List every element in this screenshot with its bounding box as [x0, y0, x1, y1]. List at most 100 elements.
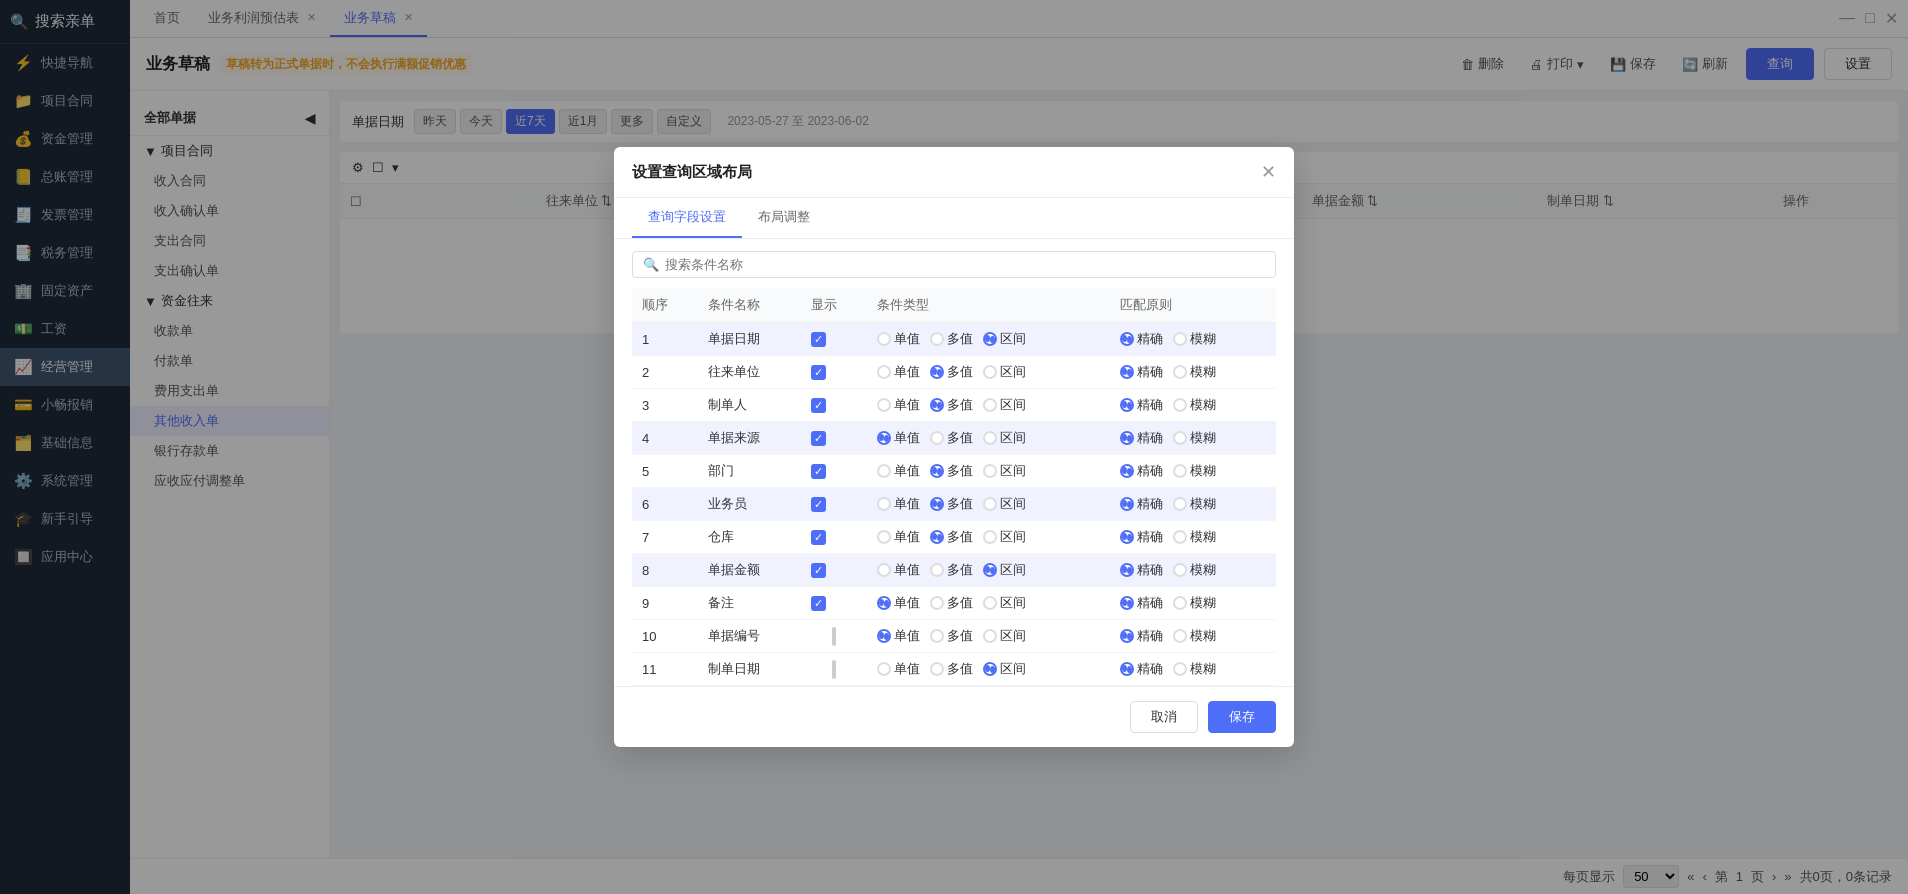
- row-type: 单值 多值 区间: [867, 521, 1109, 554]
- dialog-close-btn[interactable]: ✕: [1261, 161, 1276, 183]
- match-radio-模糊[interactable]: 模糊: [1173, 627, 1216, 645]
- match-radio-精确[interactable]: 精确: [1120, 429, 1163, 447]
- type-radio-多值[interactable]: 多值: [930, 462, 973, 480]
- type-radio-区间[interactable]: 区间: [983, 594, 1026, 612]
- type-radio-单值[interactable]: 单值: [877, 528, 920, 546]
- match-radio-精确[interactable]: 精确: [1120, 495, 1163, 513]
- type-radio-区间[interactable]: 区间: [983, 462, 1026, 480]
- row-show: ✓: [801, 521, 867, 554]
- type-radio-多值[interactable]: 多值: [930, 363, 973, 381]
- dialog-tab-query-fields[interactable]: 查询字段设置: [632, 198, 742, 238]
- type-radio-单值[interactable]: 单值: [877, 627, 920, 645]
- match-radio-精确[interactable]: 精确: [1120, 561, 1163, 579]
- row-name: 单据日期: [698, 323, 801, 356]
- match-radio-精确[interactable]: 精确: [1120, 660, 1163, 678]
- match-radio-模糊[interactable]: 模糊: [1173, 594, 1216, 612]
- settings-row: 7 仓库 ✓ 单值 多值 区间 精确 模糊: [632, 521, 1276, 554]
- row-type: 单值 多值 区间: [867, 488, 1109, 521]
- show-checkbox-5[interactable]: ✓: [811, 464, 826, 479]
- dialog-tab-layout[interactable]: 布局调整: [742, 198, 826, 238]
- show-checkbox-4[interactable]: ✓: [811, 431, 826, 446]
- row-type: 单值 多值 区间: [867, 587, 1109, 620]
- match-radio-模糊[interactable]: 模糊: [1173, 528, 1216, 546]
- match-radio-模糊[interactable]: 模糊: [1173, 462, 1216, 480]
- condition-search-input[interactable]: [665, 257, 1265, 272]
- show-checkbox-7[interactable]: ✓: [811, 530, 826, 545]
- type-radio-多值[interactable]: 多值: [930, 594, 973, 612]
- match-radio-精确[interactable]: 精确: [1120, 594, 1163, 612]
- match-radio-精确[interactable]: 精确: [1120, 396, 1163, 414]
- show-checkbox-3[interactable]: ✓: [811, 398, 826, 413]
- row-name: 单据来源: [698, 422, 801, 455]
- type-radio-多值[interactable]: 多值: [930, 495, 973, 513]
- type-radio-区间[interactable]: 区间: [983, 528, 1026, 546]
- type-radio-多值[interactable]: 多值: [930, 561, 973, 579]
- match-radio-模糊[interactable]: 模糊: [1173, 429, 1216, 447]
- type-radio-多值[interactable]: 多值: [930, 627, 973, 645]
- match-radio-模糊[interactable]: 模糊: [1173, 330, 1216, 348]
- type-radio-单值[interactable]: 单值: [877, 363, 920, 381]
- match-radio-模糊[interactable]: 模糊: [1173, 495, 1216, 513]
- match-radio-模糊[interactable]: 模糊: [1173, 561, 1216, 579]
- save-dialog-button[interactable]: 保存: [1208, 701, 1276, 733]
- type-radio-多值[interactable]: 多值: [930, 660, 973, 678]
- show-checkbox-6[interactable]: ✓: [811, 497, 826, 512]
- type-radio-区间[interactable]: 区间: [983, 660, 1026, 678]
- show-checkbox-1[interactable]: ✓: [811, 332, 826, 347]
- type-radio-多值[interactable]: 多值: [930, 528, 973, 546]
- row-name: 业务员: [698, 488, 801, 521]
- type-radio-区间[interactable]: 区间: [983, 330, 1026, 348]
- row-match: 精确 模糊: [1110, 653, 1276, 686]
- type-radio-区间[interactable]: 区间: [983, 429, 1026, 447]
- row-order: 11: [632, 653, 698, 686]
- match-radio-精确[interactable]: 精确: [1120, 528, 1163, 546]
- type-radio-多值[interactable]: 多值: [930, 396, 973, 414]
- match-radio-精确[interactable]: 精确: [1120, 462, 1163, 480]
- type-radio-单值[interactable]: 单值: [877, 561, 920, 579]
- row-order: 8: [632, 554, 698, 587]
- type-radio-多值[interactable]: 多值: [930, 330, 973, 348]
- type-radio-区间[interactable]: 区间: [983, 363, 1026, 381]
- match-radio-精确[interactable]: 精确: [1120, 627, 1163, 645]
- type-radio-区间[interactable]: 区间: [983, 396, 1026, 414]
- type-radio-单值[interactable]: 单值: [877, 594, 920, 612]
- show-checkbox-9[interactable]: ✓: [811, 596, 826, 611]
- type-radio-区间[interactable]: 区间: [983, 627, 1026, 645]
- row-show: [801, 620, 867, 653]
- settings-row: 11 制单日期 单值 多值 区间 精确 模糊: [632, 653, 1276, 686]
- row-match: 精确 模糊: [1110, 323, 1276, 356]
- settings-row: 6 业务员 ✓ 单值 多值 区间 精确 模糊: [632, 488, 1276, 521]
- settings-row: 3 制单人 ✓ 单值 多值 区间 精确 模糊: [632, 389, 1276, 422]
- type-radio-单值[interactable]: 单值: [877, 429, 920, 447]
- match-radio-模糊[interactable]: 模糊: [1173, 660, 1216, 678]
- show-checkbox-10[interactable]: [832, 627, 836, 646]
- type-radio-区间[interactable]: 区间: [983, 495, 1026, 513]
- type-radio-多值[interactable]: 多值: [930, 429, 973, 447]
- match-radio-精确[interactable]: 精确: [1120, 363, 1163, 381]
- row-name: 单据金额: [698, 554, 801, 587]
- row-match: 精确 模糊: [1110, 389, 1276, 422]
- row-name: 仓库: [698, 521, 801, 554]
- type-radio-单值[interactable]: 单值: [877, 660, 920, 678]
- settings-row: 2 往来单位 ✓ 单值 多值 区间 精确 模糊: [632, 356, 1276, 389]
- match-radio-模糊[interactable]: 模糊: [1173, 396, 1216, 414]
- row-match: 精确 模糊: [1110, 455, 1276, 488]
- type-radio-区间[interactable]: 区间: [983, 561, 1026, 579]
- type-radio-单值[interactable]: 单值: [877, 495, 920, 513]
- match-radio-模糊[interactable]: 模糊: [1173, 363, 1216, 381]
- show-checkbox-11[interactable]: [832, 660, 836, 679]
- row-show: ✓: [801, 587, 867, 620]
- th-name: 条件名称: [698, 288, 801, 323]
- settings-row: 1 单据日期 ✓ 单值 多值 区间 精确 模糊: [632, 323, 1276, 356]
- match-radio-精确[interactable]: 精确: [1120, 330, 1163, 348]
- row-match: 精确 模糊: [1110, 488, 1276, 521]
- show-checkbox-2[interactable]: ✓: [811, 365, 826, 380]
- row-match: 精确 模糊: [1110, 422, 1276, 455]
- cancel-button[interactable]: 取消: [1130, 701, 1198, 733]
- th-type: 条件类型: [867, 288, 1109, 323]
- type-radio-单值[interactable]: 单值: [877, 396, 920, 414]
- show-checkbox-8[interactable]: ✓: [811, 563, 826, 578]
- type-radio-单值[interactable]: 单值: [877, 462, 920, 480]
- type-radio-单值[interactable]: 单值: [877, 330, 920, 348]
- row-match: 精确 模糊: [1110, 587, 1276, 620]
